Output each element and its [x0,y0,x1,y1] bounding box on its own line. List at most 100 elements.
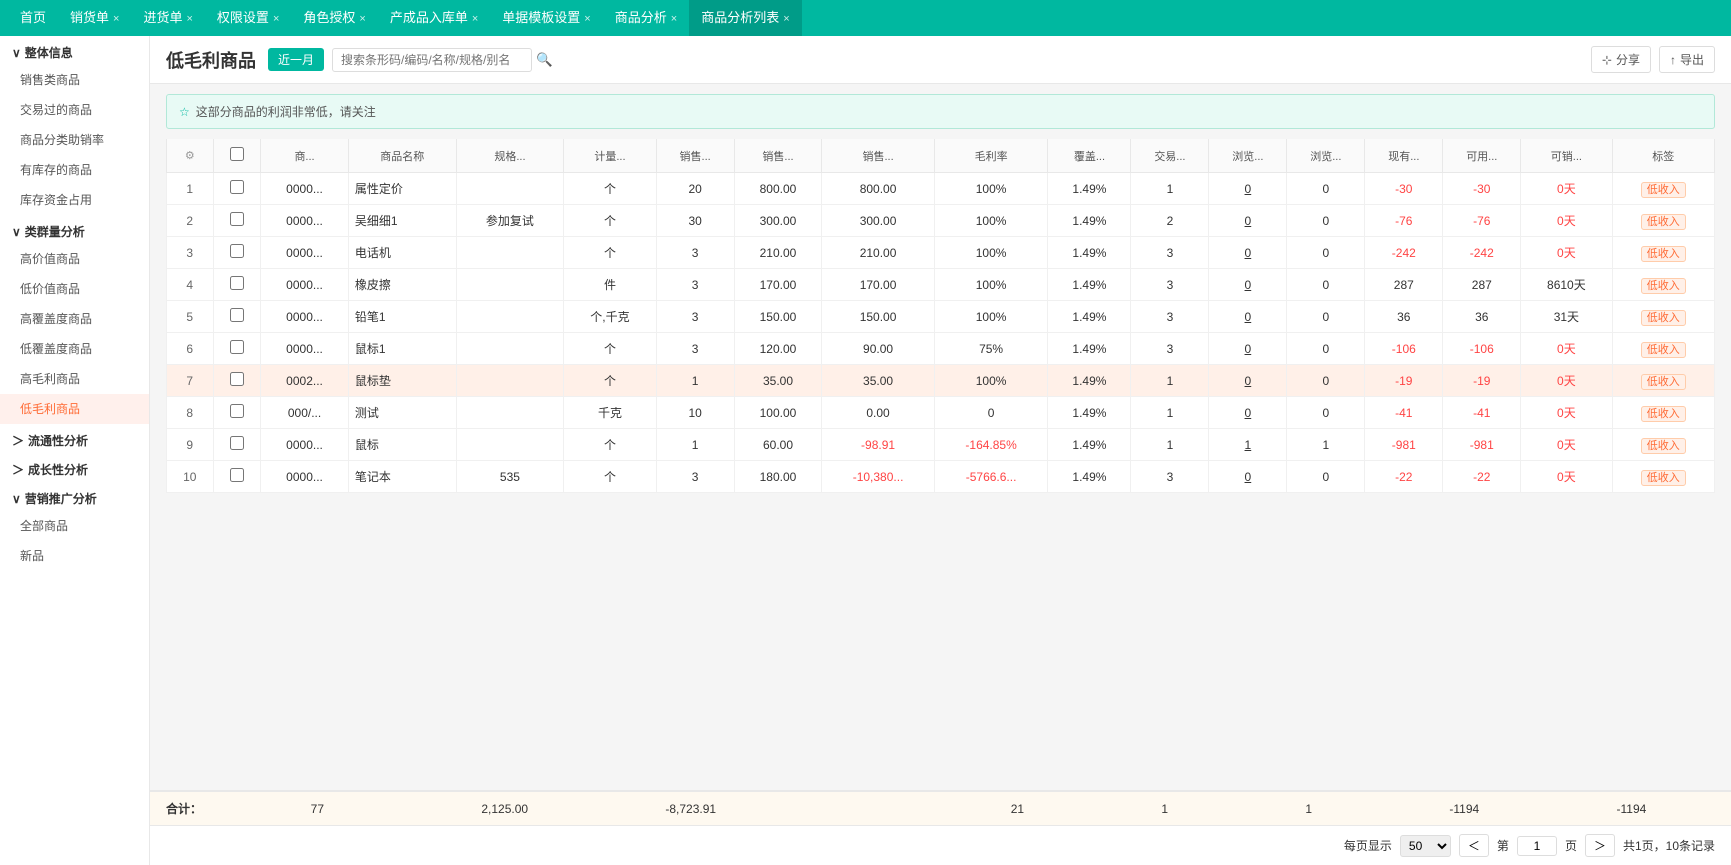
col-settings[interactable]: ⚙ [167,139,214,173]
row-sales2: 35.00 [734,365,822,397]
row-trade: 3 [1131,301,1209,333]
filter-recent-month-button[interactable]: 近一月 [268,48,324,71]
row-spec [456,301,564,333]
page-input[interactable] [1517,836,1557,856]
col-sales2[interactable]: 销售... [734,139,822,173]
sidebar-item-low-coverage[interactable]: 低覆盖度商品 [0,334,149,364]
nav-close-icon[interactable]: × [186,13,192,25]
nav-template-settings[interactable]: 单据模板设置× [490,0,602,36]
row-trade: 1 [1131,173,1209,205]
sidebar-item-high-value[interactable]: 高价值商品 [0,244,149,274]
col-code[interactable]: 商... [261,139,349,173]
nav-product-analysis[interactable]: 商品分析× [603,0,689,36]
row-sales1: 1 [656,365,734,397]
sidebar-section-overall[interactable]: ∨整体信息 [0,36,149,65]
row-checkbox[interactable] [213,237,261,269]
row-tag: 低收入 [1612,397,1714,429]
row-checkbox[interactable] [213,301,261,333]
sidebar-section-marketing[interactable]: ∨营销推广分析 [0,482,149,511]
row-checkbox[interactable] [213,205,261,237]
row-view1[interactable]: 0 [1209,333,1287,365]
row-view1[interactable]: 0 [1209,397,1287,429]
col-view2[interactable]: 浏览... [1287,139,1365,173]
row-unit: 个 [564,237,656,269]
row-unit: 个 [564,429,656,461]
row-view2: 0 [1287,237,1365,269]
sidebar-item-category-sales[interactable]: 商品分类助销率 [0,125,149,155]
nav-close-icon[interactable]: × [584,13,590,25]
row-view1[interactable]: 0 [1209,205,1287,237]
row-tag: 低收入 [1612,365,1714,397]
sidebar-item-low-value[interactable]: 低价值商品 [0,274,149,304]
nav-role-auth[interactable]: 角色授权× [291,0,377,36]
col-tag[interactable]: 标签 [1612,139,1714,173]
row-view1[interactable]: 0 [1209,461,1287,493]
nav-close-icon[interactable]: × [113,13,119,25]
col-current[interactable]: 现有... [1365,139,1443,173]
row-view2: 0 [1287,397,1365,429]
col-view1[interactable]: 浏览... [1209,139,1287,173]
nav-close-icon[interactable]: × [359,13,365,25]
sidebar-section-cluster[interactable]: ∨类群量分析 [0,215,149,244]
nav-home[interactable]: 首页 [8,0,58,36]
col-name[interactable]: 商品名称 [348,139,456,173]
sidebar-item-all-products[interactable]: 全部商品 [0,511,149,541]
row-view1[interactable]: 0 [1209,173,1287,205]
row-checkbox[interactable] [213,429,261,461]
per-page-select[interactable]: 50 100 200 [1400,835,1451,857]
row-gross-rate: 100% [934,269,1048,301]
row-checkbox[interactable] [213,333,261,365]
col-spec[interactable]: 规格... [456,139,564,173]
search-button[interactable]: 🔍 [536,52,553,68]
col-coverage[interactable]: 覆盖... [1048,139,1131,173]
search-input[interactable] [332,48,532,72]
nav-close-icon[interactable]: × [472,13,478,25]
row-gross-rate: 100% [934,237,1048,269]
export-button[interactable]: ↑ 导出 [1659,46,1715,73]
row-spec [456,365,564,397]
sidebar-item-new-products[interactable]: 新品 [0,541,149,571]
row-view1[interactable]: 0 [1209,269,1287,301]
nav-close-icon[interactable]: × [273,13,279,25]
sidebar-item-stocked-products[interactable]: 有库存的商品 [0,155,149,185]
sidebar-item-inventory-funds[interactable]: 库存资金占用 [0,185,149,215]
share-button[interactable]: ⊹ 分享 [1591,46,1651,73]
col-checkbox[interactable] [213,139,261,173]
nav-sales-order[interactable]: 销货单× [58,0,131,36]
row-checkbox[interactable] [213,269,261,301]
sidebar-item-high-coverage[interactable]: 高覆盖度商品 [0,304,149,334]
sidebar-item-low-margin[interactable]: 低毛利商品 [0,394,149,424]
sidebar-item-high-margin[interactable]: 高毛利商品 [0,364,149,394]
col-trade[interactable]: 交易... [1131,139,1209,173]
row-checkbox[interactable] [213,397,261,429]
nav-close-icon[interactable]: × [783,13,789,25]
row-sales1: 3 [656,333,734,365]
sidebar-item-traded-products[interactable]: 交易过的商品 [0,95,149,125]
col-saleable[interactable]: 可销... [1521,139,1612,173]
col-gross-rate[interactable]: 毛利率 [934,139,1048,173]
col-sales1[interactable]: 销售... [656,139,734,173]
row-checkbox[interactable] [213,461,261,493]
row-view1[interactable]: 1 [1209,429,1287,461]
col-unit[interactable]: 计量... [564,139,656,173]
nav-product-analysis-list[interactable]: 商品分析列表× [689,0,801,36]
row-view1[interactable]: 0 [1209,301,1287,333]
row-trade: 2 [1131,205,1209,237]
next-page-button[interactable]: ＞ [1585,834,1615,857]
row-checkbox[interactable] [213,173,261,205]
nav-permission[interactable]: 权限设置× [205,0,291,36]
row-view1[interactable]: 0 [1209,365,1287,397]
sidebar-item-sales-products[interactable]: 销售类商品 [0,65,149,95]
nav-purchase-order[interactable]: 进货单× [131,0,204,36]
sidebar-section-circulation[interactable]: ＞流通性分析 [0,424,149,453]
row-checkbox[interactable] [213,365,261,397]
col-available[interactable]: 可用... [1443,139,1521,173]
nav-product-inbound[interactable]: 产成品入库单× [378,0,490,36]
prev-page-button[interactable]: ＜ [1459,834,1489,857]
row-view1[interactable]: 0 [1209,237,1287,269]
row-sales3: 800.00 [822,173,934,205]
nav-close-icon[interactable]: × [671,13,677,25]
col-sales3[interactable]: 销售... [822,139,934,173]
sidebar-section-growth[interactable]: ＞成长性分析 [0,453,149,482]
row-sales3: 35.00 [822,365,934,397]
